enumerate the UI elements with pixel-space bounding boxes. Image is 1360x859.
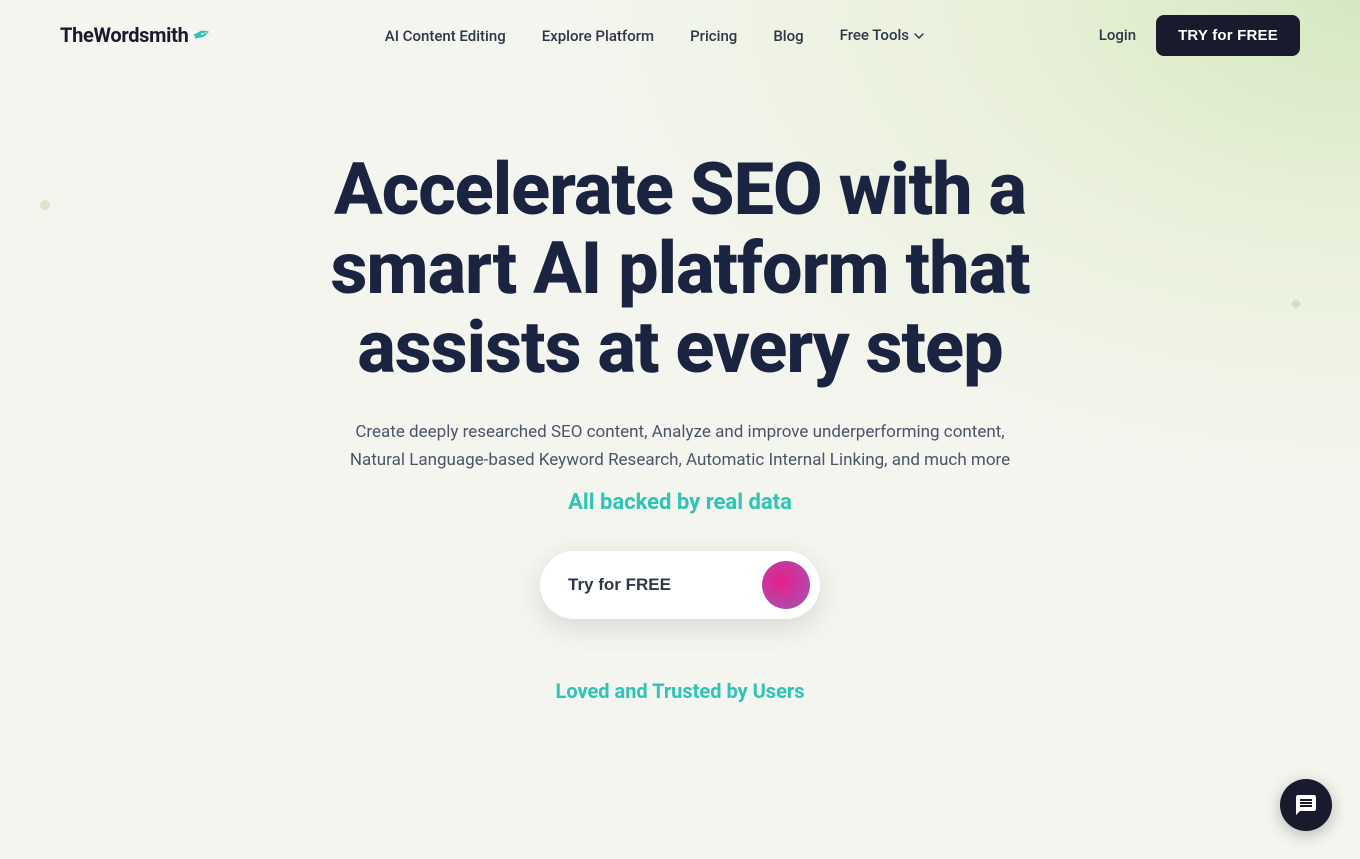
- nav-ai-content-editing[interactable]: AI Content Editing: [385, 27, 506, 45]
- try-free-button[interactable]: TRY for FREE: [1156, 15, 1300, 56]
- navbar: TheWordsmith ✒ AI Content Editing Explor…: [0, 0, 1360, 70]
- login-link[interactable]: Login: [1099, 26, 1136, 44]
- chat-icon: [1294, 793, 1318, 817]
- nav-pricing[interactable]: Pricing: [690, 27, 737, 45]
- chevron-down-icon: [913, 30, 925, 42]
- logo-feather-icon: ✒: [189, 20, 215, 50]
- cta-pill-label: Try for FREE: [568, 575, 671, 595]
- hero-backed-text: All backed by real data: [568, 490, 792, 515]
- nav-blog[interactable]: Blog: [773, 27, 803, 45]
- hero-subtitle: Create deeply researched SEO content, An…: [340, 418, 1020, 474]
- chat-bubble-button[interactable]: [1280, 779, 1332, 831]
- hero-cta-pill[interactable]: Try for FREE: [540, 551, 820, 619]
- nav-links: AI Content Editing Explore Platform Pric…: [385, 26, 925, 45]
- loved-trusted-text: Loved and Trusted by Users: [556, 679, 805, 703]
- cta-pill-icon: [762, 561, 810, 609]
- nav-right: Login TRY for FREE: [1099, 15, 1300, 56]
- logo-link[interactable]: TheWordsmith ✒: [60, 23, 211, 48]
- hero-title: Accelerate SEO with a smart AI platform …: [330, 150, 1029, 388]
- nav-free-tools[interactable]: Free Tools: [840, 26, 925, 44]
- nav-explore-platform[interactable]: Explore Platform: [542, 27, 654, 45]
- hero-section: Accelerate SEO with a smart AI platform …: [0, 70, 1360, 743]
- logo-text: TheWordsmith: [60, 23, 189, 47]
